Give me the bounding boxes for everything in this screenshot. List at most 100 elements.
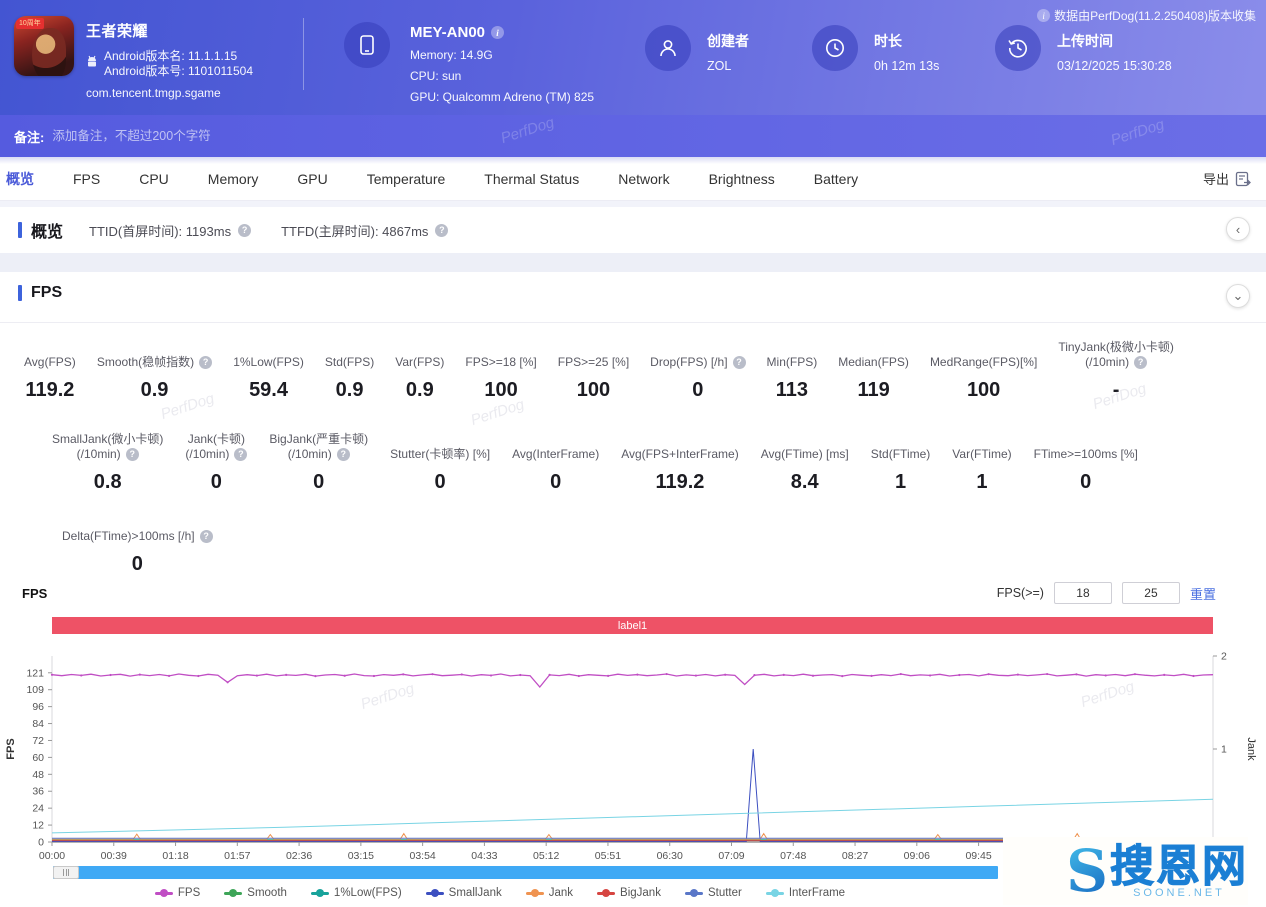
- overview-title: 概览: [31, 224, 64, 241]
- stat-value: 1: [894, 471, 907, 493]
- legend-item-BigJank[interactable]: BigJank: [597, 887, 661, 899]
- reset-button[interactable]: 重置: [1190, 584, 1216, 603]
- device-info-icon[interactable]: i: [491, 26, 505, 39]
- stat-Avg(FPS): Avg(FPS) 119.2: [24, 355, 76, 401]
- svg-text:109: 109: [26, 684, 44, 696]
- chart-label-band: label1: [52, 617, 1213, 634]
- stat-Stutter(卡顿率) [%]: Stutter(卡顿率) [%] 0: [390, 447, 491, 493]
- device-memory: Memory: 14.9G: [410, 48, 493, 62]
- scrollbar-handle[interactable]: [53, 866, 79, 879]
- stat-Drop(FPS) [/h]: Drop(FPS) [/h]? 0: [650, 338, 746, 402]
- tab-Thermal Status[interactable]: Thermal Status: [484, 171, 579, 187]
- stat-1%Low(FPS): 1%Low(FPS) 59.4: [233, 355, 304, 401]
- stat-Smooth(稳帧指数): Smooth(稳帧指数)? 0.9: [97, 338, 213, 402]
- help-icon[interactable]: ?: [199, 530, 213, 543]
- stat-Var(FPS): Var(FPS) 0.9: [395, 355, 445, 401]
- svg-text:03:15: 03:15: [348, 850, 374, 862]
- stat-MedRange(FPS)[%]: MedRange(FPS)[%] 100: [929, 355, 1038, 401]
- perfdog-report-page: i 数据由PerfDog(11.2.250408)版本收集 10周年 王者荣耀 …: [0, 0, 1266, 907]
- header: i 数据由PerfDog(11.2.250408)版本收集 10周年 王者荣耀 …: [0, 0, 1266, 115]
- export-label: 导出: [1202, 172, 1229, 187]
- threshold-input-1[interactable]: [1053, 582, 1112, 604]
- legend-item-Smooth[interactable]: Smooth: [224, 887, 287, 899]
- creator-value: ZOL: [707, 59, 732, 73]
- svg-text:96: 96: [32, 701, 44, 713]
- chart-legend: FPS Smooth 1%Low(FPS) SmallJank Jank BigJank S…: [0, 887, 1000, 899]
- game-icon: 10周年: [14, 16, 74, 76]
- collapse-fps-button[interactable]: ⌄: [1226, 284, 1250, 308]
- svg-text:00:39: 00:39: [101, 850, 127, 862]
- help-icon[interactable]: ?: [199, 356, 213, 369]
- section-accent-bar: [18, 222, 22, 238]
- legend-label: SmallJank: [448, 887, 502, 899]
- stat-value: 0.9: [140, 379, 169, 401]
- export-icon: [1235, 171, 1251, 186]
- legend-item-SmallJank[interactable]: SmallJank: [425, 887, 502, 899]
- svg-text:06:30: 06:30: [657, 850, 683, 862]
- tab-Memory[interactable]: Memory: [208, 171, 259, 187]
- threshold-input-2[interactable]: [1121, 582, 1180, 604]
- tab-FPS[interactable]: FPS: [73, 171, 100, 187]
- stat-Var(FTime): Var(FTime) 1: [952, 447, 1012, 493]
- legend-item-FPS[interactable]: FPS: [154, 887, 200, 899]
- chart-scrollbar[interactable]: [53, 866, 998, 879]
- remark-input[interactable]: [52, 129, 1252, 143]
- svg-text:05:51: 05:51: [595, 850, 621, 862]
- stat-TinyJank(极微小卡顿): TinyJank(极微小卡顿) (/10min)? -: [1058, 340, 1174, 401]
- stat-BigJank(严重卡顿): BigJank(严重卡顿) (/10min)? 0: [269, 432, 369, 493]
- nav-tabs: 概览 FPS CPU Memory GPU Temperature Thermal Stat…: [6, 169, 858, 189]
- help-icon[interactable]: ?: [1134, 356, 1148, 369]
- legend-item-1%Low(FPS)[interactable]: 1%Low(FPS): [310, 887, 402, 899]
- legend-marker: [425, 889, 444, 897]
- legend-item-Stutter[interactable]: Stutter: [684, 887, 742, 899]
- stat-value: 100: [576, 379, 611, 401]
- stat-Std(FTime): Std(FTime) 1: [870, 447, 931, 493]
- tab-Brightness[interactable]: Brightness: [709, 171, 775, 187]
- clock-icon: [812, 25, 858, 71]
- stat-value: 0: [313, 471, 325, 493]
- legend-label: BigJank: [620, 887, 661, 899]
- export-button[interactable]: 导出: [1203, 169, 1252, 188]
- fps-line-chart[interactable]: 0122436486072849610912101200:00 00:39 01:1…: [0, 646, 1266, 864]
- game-package: com.tencent.tmgp.sgame: [86, 86, 221, 100]
- help-icon[interactable]: ?: [435, 223, 449, 237]
- tab-Battery[interactable]: Battery: [814, 171, 858, 187]
- tab-CPU[interactable]: CPU: [139, 171, 169, 187]
- upload-label: 上传时间: [1057, 33, 1113, 49]
- collapse-overview-button[interactable]: ‹: [1226, 217, 1250, 241]
- stat-value: 0.8: [93, 471, 122, 493]
- help-icon[interactable]: ?: [234, 448, 248, 461]
- stat-SmallJank(微小卡顿): SmallJank(微小卡顿) (/10min)? 0.8: [52, 432, 164, 493]
- help-icon[interactable]: ?: [125, 448, 139, 461]
- tab-Temperature[interactable]: Temperature: [367, 171, 446, 187]
- overview-section: 概览 TTID(首屏时间): 1193ms? TTFD(主屏时间): 4867m…: [0, 207, 1266, 253]
- stat-value: -: [1112, 379, 1120, 401]
- stat-value: 0: [434, 471, 446, 493]
- stat-value: 1: [976, 471, 988, 493]
- help-icon[interactable]: ?: [238, 223, 252, 237]
- legend-label: Smooth: [247, 887, 287, 899]
- stat-Avg(FTime) [ms]: Avg(FTime) [ms] 8.4: [760, 447, 849, 493]
- user-icon: [645, 25, 691, 71]
- legend-marker: [597, 889, 616, 897]
- stat-FTime>=100ms [%]: FTime>=100ms [%] 0: [1033, 447, 1138, 493]
- stat-value: 0: [550, 471, 562, 493]
- svg-text:01:57: 01:57: [224, 850, 250, 862]
- stat-value: 0.9: [405, 379, 434, 401]
- help-icon[interactable]: ?: [336, 448, 350, 461]
- tab-概览[interactable]: 概览: [6, 169, 34, 189]
- help-icon[interactable]: ?: [732, 356, 746, 369]
- legend-item-InterFrame[interactable]: InterFrame: [765, 887, 845, 899]
- legend-marker: [525, 889, 544, 897]
- history-clock-icon: [995, 25, 1041, 71]
- svg-text:09:06: 09:06: [904, 850, 930, 862]
- svg-text:09:45: 09:45: [965, 850, 991, 862]
- tab-GPU[interactable]: GPU: [297, 171, 327, 187]
- legend-marker: [224, 889, 243, 897]
- ttid-stat: TTID(首屏时间): 1193ms?: [89, 221, 252, 240]
- creator-block: 创建者 ZOL: [645, 25, 749, 73]
- collect-note-text: 数据由PerfDog(11.2.250408)版本收集: [1054, 9, 1256, 23]
- tab-Network[interactable]: Network: [618, 171, 669, 187]
- legend-item-Jank[interactable]: Jank: [525, 887, 573, 899]
- svg-text:36: 36: [32, 786, 44, 798]
